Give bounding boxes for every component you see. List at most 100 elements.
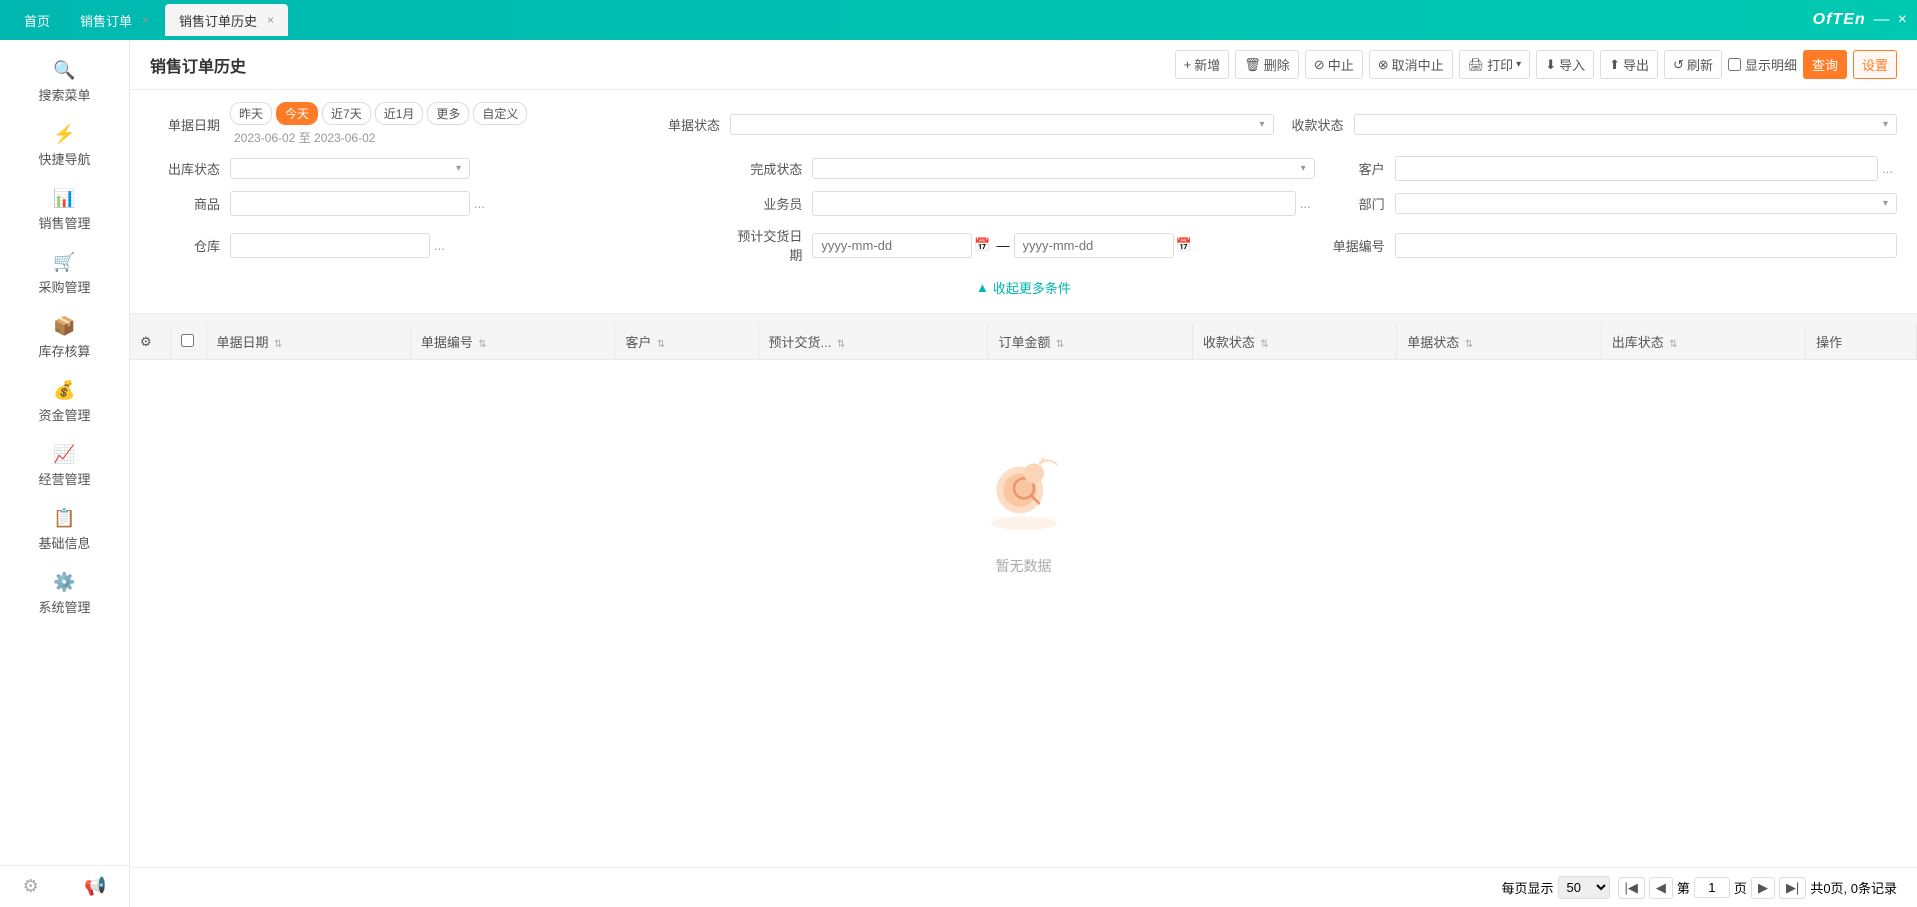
close-btn[interactable]: ×	[1898, 11, 1907, 29]
settings-button[interactable]: 设置	[1853, 50, 1897, 79]
stop-button[interactable]: ⊘ 中止	[1305, 50, 1363, 79]
delivery-date-filter-col: 预计交货日期 📅 — 📅	[732, 226, 1314, 264]
customer-input[interactable]	[1395, 156, 1878, 181]
purchase-mgmt-icon: 🛒	[53, 252, 75, 273]
col-customer-sort-icon: ⇅	[657, 339, 665, 350]
tab-sales-order[interactable]: 销售订单 ×	[66, 4, 163, 36]
col-date-label: 单据日期	[217, 335, 269, 350]
sidebar-bottom: ⚙ 📢	[0, 865, 129, 907]
page-number-input[interactable]	[1694, 877, 1730, 898]
checkbox-col[interactable]	[170, 324, 206, 360]
show-detail-checkbox-label[interactable]: 显示明细	[1728, 55, 1797, 74]
close-tab-sales-order-history[interactable]: ×	[267, 13, 274, 27]
show-detail-checkbox[interactable]	[1728, 58, 1741, 71]
sidebar-item-quick-nav[interactable]: ⚡ 快捷导航	[0, 114, 129, 178]
order-status-select[interactable]: ▾	[730, 114, 1274, 135]
collapse-row[interactable]: ▲ 收起更多条件	[150, 274, 1897, 301]
delivery-date-calendar-from[interactable]: 📅	[974, 237, 990, 253]
payment-status-select[interactable]: ▾	[1354, 114, 1898, 135]
col-payment-status[interactable]: 收款状态 ⇅	[1192, 324, 1396, 360]
page-header: 销售订单历史 + 新增 🗑 删除 ⊘ 中止 ⊗ 取消中止	[130, 40, 1917, 90]
cancel-stop-button[interactable]: ⊗ 取消中止	[1369, 50, 1453, 79]
col-number[interactable]: 单据编号 ⇅	[410, 324, 614, 360]
col-out-status[interactable]: 出库状态 ⇅	[1601, 324, 1805, 360]
print-button[interactable]: 🖨 打印 ▾	[1459, 50, 1531, 79]
product-ellipsis[interactable]: ...	[470, 194, 489, 213]
basic-info-icon: 📋	[53, 508, 75, 529]
refresh-button[interactable]: ↺ 刷新	[1664, 50, 1722, 79]
date-filter-btns: 昨天 今天 近7天 近1月 更多 自定义	[230, 102, 527, 125]
new-button[interactable]: + 新增	[1175, 50, 1230, 79]
sidebar-item-label: 搜索菜单	[38, 85, 90, 104]
complete-status-chevron: ▾	[1301, 163, 1306, 174]
sidebar-item-finance[interactable]: 💰 资金管理	[0, 370, 129, 434]
delivery-date-calendar-to[interactable]: 📅	[1176, 237, 1192, 253]
import-button[interactable]: ⬇ 导入	[1536, 50, 1594, 79]
sidebar-sound-icon[interactable]: 📢	[84, 876, 106, 897]
date-btn-1month[interactable]: 近1月	[375, 102, 424, 125]
filter-row-1: 单据日期 昨天 今天 近7天 近1月 更多 自定义 2023-06-02 至 2…	[150, 102, 1897, 146]
table-settings-icon[interactable]: ⚙	[140, 334, 152, 349]
date-btn-yesterday[interactable]: 昨天	[230, 102, 272, 125]
col-out-status-label: 出库状态	[1612, 335, 1664, 350]
complete-status-select[interactable]: ▾	[812, 158, 1314, 179]
minimize-btn[interactable]: —	[1874, 11, 1890, 29]
page-size-dropdown[interactable]: 50 10 20 100	[1558, 876, 1610, 899]
last-page-btn[interactable]: ▶|	[1779, 877, 1806, 899]
sidebar-settings-icon[interactable]: ⚙	[23, 876, 39, 897]
delivery-date-from[interactable]	[812, 233, 972, 258]
sidebar-item-sales-mgmt[interactable]: 📊 销售管理	[0, 178, 129, 242]
export-button[interactable]: ⬆ 导出	[1600, 50, 1658, 79]
query-button[interactable]: 查询	[1803, 50, 1847, 79]
customer-label: 客户	[1315, 159, 1395, 178]
query-label: 查询	[1812, 55, 1838, 74]
first-page-btn[interactable]: |◀	[1618, 877, 1645, 899]
product-filter-col: 商品 ...	[150, 191, 732, 216]
sidebar-item-inventory[interactable]: 📦 库存核算	[0, 306, 129, 370]
tab-sales-order-history[interactable]: 销售订单历史 ×	[165, 4, 288, 36]
department-select[interactable]: ▾	[1395, 193, 1897, 214]
complete-status-label: 完成状态	[732, 159, 812, 178]
col-amount[interactable]: 订单金额 ⇅	[988, 324, 1192, 360]
col-order-status-label: 单据状态	[1407, 335, 1459, 350]
date-btn-7days[interactable]: 近7天	[322, 102, 371, 125]
warehouse-input[interactable]	[230, 233, 430, 258]
salesperson-ellipsis[interactable]: ...	[1296, 194, 1315, 213]
tab-home[interactable]: 首页	[10, 4, 64, 36]
close-tab-sales-order[interactable]: ×	[142, 13, 149, 27]
date-btn-today[interactable]: 今天	[276, 102, 318, 125]
page-size-select: 每页显示 50 10 20 100	[1502, 876, 1610, 899]
col-delivery[interactable]: 预计交货... ⇅	[758, 324, 988, 360]
delete-button[interactable]: 🗑 删除	[1235, 50, 1299, 79]
date-btn-more[interactable]: 更多	[427, 102, 469, 125]
customer-ellipsis[interactable]: ...	[1878, 159, 1897, 178]
sidebar-item-search-menu[interactable]: 🔍 搜索菜单	[0, 50, 129, 114]
sidebar-item-sys-mgmt[interactable]: ⚙️ 系统管理	[0, 562, 129, 626]
filter-row-4: 仓库 ... 预计交货日期 📅 — 📅 单据编号	[150, 226, 1897, 264]
filter-section: 单据日期 昨天 今天 近7天 近1月 更多 自定义 2023-06-02 至 2…	[130, 90, 1917, 314]
sidebar-item-purchase-mgmt[interactable]: 🛒 采购管理	[0, 242, 129, 306]
date-btn-custom[interactable]: 自定义	[473, 102, 527, 125]
order-number-input[interactable]	[1395, 233, 1897, 258]
prev-page-btn[interactable]: ◀	[1649, 877, 1673, 899]
order-status-chevron: ▾	[1259, 119, 1264, 130]
order-status-label: 单据状态	[650, 115, 730, 134]
warehouse-ellipsis[interactable]: ...	[430, 236, 449, 255]
col-customer[interactable]: 客户 ⇅	[615, 324, 758, 360]
sys-mgmt-icon: ⚙️	[53, 572, 75, 593]
col-payment-status-label: 收款状态	[1203, 335, 1255, 350]
col-delivery-label: 预计交货...	[769, 335, 832, 350]
sidebar-item-basic-info[interactable]: 📋 基础信息	[0, 498, 129, 562]
out-status-select[interactable]: ▾	[230, 158, 470, 179]
content-area: 销售订单历史 + 新增 🗑 删除 ⊘ 中止 ⊗ 取消中止	[130, 40, 1917, 907]
salesperson-input[interactable]	[812, 191, 1295, 216]
col-order-status[interactable]: 单据状态 ⇅	[1397, 324, 1601, 360]
delivery-date-to[interactable]	[1014, 233, 1174, 258]
col-date[interactable]: 单据日期 ⇅	[206, 324, 410, 360]
settings-col[interactable]: ⚙	[130, 324, 170, 360]
next-page-btn[interactable]: ▶	[1751, 877, 1775, 899]
sidebar-item-operation[interactable]: 📈 经营管理	[0, 434, 129, 498]
export-label: 导出	[1623, 55, 1649, 74]
select-all-checkbox[interactable]	[181, 334, 194, 347]
product-input[interactable]	[230, 191, 470, 216]
